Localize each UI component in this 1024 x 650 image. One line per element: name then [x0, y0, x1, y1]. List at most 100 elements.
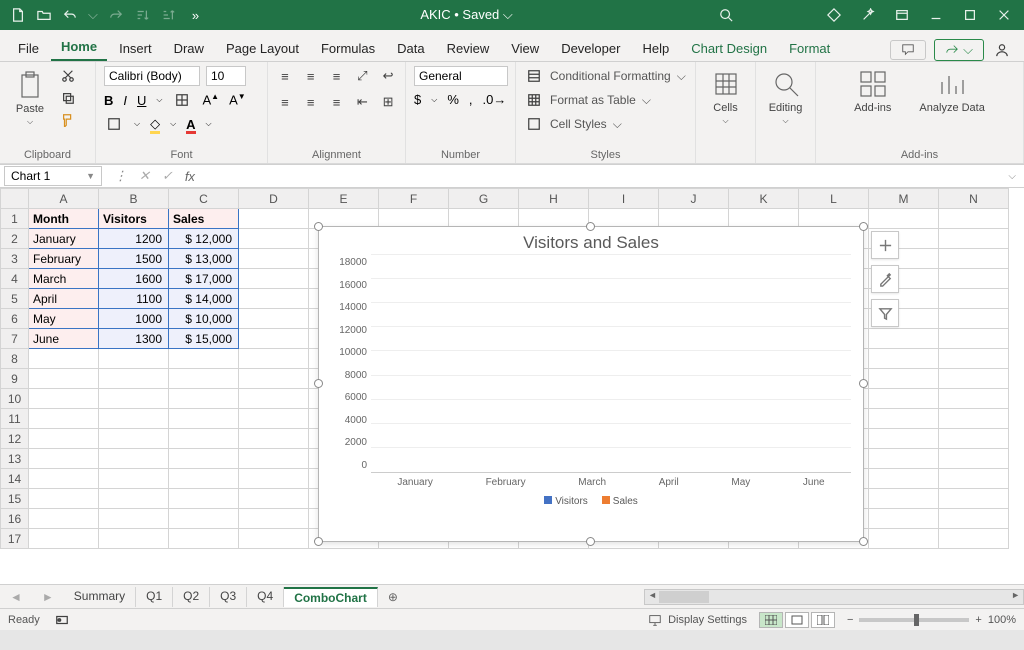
percent-icon[interactable]: % [447, 92, 459, 107]
cell[interactable] [239, 449, 309, 469]
cell[interactable] [239, 469, 309, 489]
cell[interactable] [169, 509, 239, 529]
undo-icon[interactable] [62, 7, 78, 23]
cell[interactable] [869, 469, 939, 489]
cell[interactable] [169, 389, 239, 409]
borders-button[interactable] [104, 114, 124, 134]
column-header[interactable]: G [449, 189, 519, 209]
wand-icon[interactable] [860, 7, 876, 23]
cut-icon[interactable] [58, 66, 78, 86]
tab-chart-design[interactable]: Chart Design [681, 35, 777, 61]
comma-icon[interactable]: , [469, 92, 473, 107]
cell[interactable] [939, 449, 1009, 469]
chart-filter-button[interactable] [871, 299, 899, 327]
fx-icon[interactable]: fx [185, 169, 195, 184]
merge-icon[interactable]: ⊞ [379, 92, 397, 112]
decrease-font-icon[interactable]: A▼ [229, 92, 246, 107]
border-button[interactable] [172, 90, 192, 110]
cell[interactable] [869, 209, 939, 229]
column-header[interactable]: K [729, 189, 799, 209]
format-as-table-button[interactable]: Format as Table ⌵ [524, 90, 687, 110]
cell[interactable] [99, 449, 169, 469]
cell[interactable]: March [29, 269, 99, 289]
cell-styles-button[interactable]: Cell Styles ⌵ [524, 114, 687, 134]
redo-icon[interactable] [108, 7, 124, 23]
cell[interactable] [939, 209, 1009, 229]
tab-file[interactable]: File [8, 35, 49, 61]
cell[interactable] [239, 329, 309, 349]
copy-icon[interactable] [58, 88, 78, 108]
orientation-icon[interactable]: ⤢ [353, 66, 371, 86]
cell[interactable] [869, 349, 939, 369]
wrap-text-icon[interactable]: ↩ [379, 66, 397, 86]
sheet-tab[interactable]: Q4 [247, 587, 284, 607]
align-center-icon[interactable]: ≡ [302, 92, 320, 112]
cell[interactable] [239, 309, 309, 329]
resize-handle[interactable] [859, 222, 868, 231]
cell[interactable] [939, 249, 1009, 269]
cell[interactable] [29, 349, 99, 369]
cell[interactable]: Sales [169, 209, 239, 229]
cells-button[interactable]: Cells⌵ [704, 66, 747, 128]
name-box[interactable]: Chart 1▼ [4, 166, 102, 186]
cell[interactable]: 1100 [99, 289, 169, 309]
zoom-slider[interactable] [859, 618, 969, 622]
row-header[interactable]: 3 [1, 249, 29, 269]
align-bot-icon[interactable]: ≡ [328, 66, 346, 86]
resize-handle[interactable] [586, 222, 595, 231]
account-icon[interactable] [992, 40, 1012, 60]
sheet-tab[interactable]: Summary [64, 587, 136, 607]
row-header[interactable]: 4 [1, 269, 29, 289]
cell[interactable] [939, 529, 1009, 549]
plot-area[interactable] [371, 255, 851, 473]
cell[interactable] [169, 409, 239, 429]
more-quick-access[interactable]: » [186, 8, 205, 23]
row-header[interactable]: 1 [1, 209, 29, 229]
search-icon[interactable] [718, 7, 734, 23]
sheet-tab[interactable]: ComboChart [284, 587, 378, 607]
column-header[interactable]: M [869, 189, 939, 209]
cell[interactable] [939, 389, 1009, 409]
cell[interactable] [239, 349, 309, 369]
cell[interactable] [169, 489, 239, 509]
zoom-out-button[interactable]: − [847, 614, 853, 626]
number-format-select[interactable] [414, 66, 508, 86]
normal-view-button[interactable] [759, 612, 783, 628]
minimize-icon[interactable] [928, 7, 944, 23]
cell[interactable] [29, 469, 99, 489]
row-header[interactable]: 16 [1, 509, 29, 529]
tab-insert[interactable]: Insert [109, 35, 162, 61]
cell[interactable] [939, 409, 1009, 429]
cell[interactable] [939, 429, 1009, 449]
chart-elements-button[interactable] [871, 231, 899, 259]
cell[interactable] [939, 229, 1009, 249]
column-header[interactable]: D [239, 189, 309, 209]
tab-review[interactable]: Review [437, 35, 500, 61]
column-header[interactable]: F [379, 189, 449, 209]
cell[interactable] [869, 329, 939, 349]
row-header[interactable]: 11 [1, 409, 29, 429]
horizontal-scrollbar[interactable]: ◄► [644, 589, 1024, 605]
tab-pagelayout[interactable]: Page Layout [216, 35, 309, 61]
row-header[interactable]: 17 [1, 529, 29, 549]
italic-button[interactable]: I [123, 93, 127, 108]
cell[interactable]: April [29, 289, 99, 309]
cell[interactable] [239, 429, 309, 449]
cell[interactable] [239, 369, 309, 389]
resize-handle[interactable] [859, 537, 868, 546]
cell[interactable] [869, 389, 939, 409]
cell[interactable] [869, 509, 939, 529]
column-header[interactable]: H [519, 189, 589, 209]
cell[interactable] [239, 529, 309, 549]
cell[interactable] [99, 489, 169, 509]
cell[interactable] [99, 509, 169, 529]
cell[interactable] [99, 389, 169, 409]
cell[interactable] [939, 369, 1009, 389]
cell[interactable] [29, 449, 99, 469]
sheet-tab[interactable]: Q1 [136, 587, 173, 607]
row-header[interactable]: 8 [1, 349, 29, 369]
chart-title[interactable]: Visitors and Sales [319, 227, 863, 255]
editing-button[interactable]: Editing⌵ [764, 66, 807, 128]
diamond-icon[interactable] [826, 7, 842, 23]
cell[interactable] [869, 449, 939, 469]
